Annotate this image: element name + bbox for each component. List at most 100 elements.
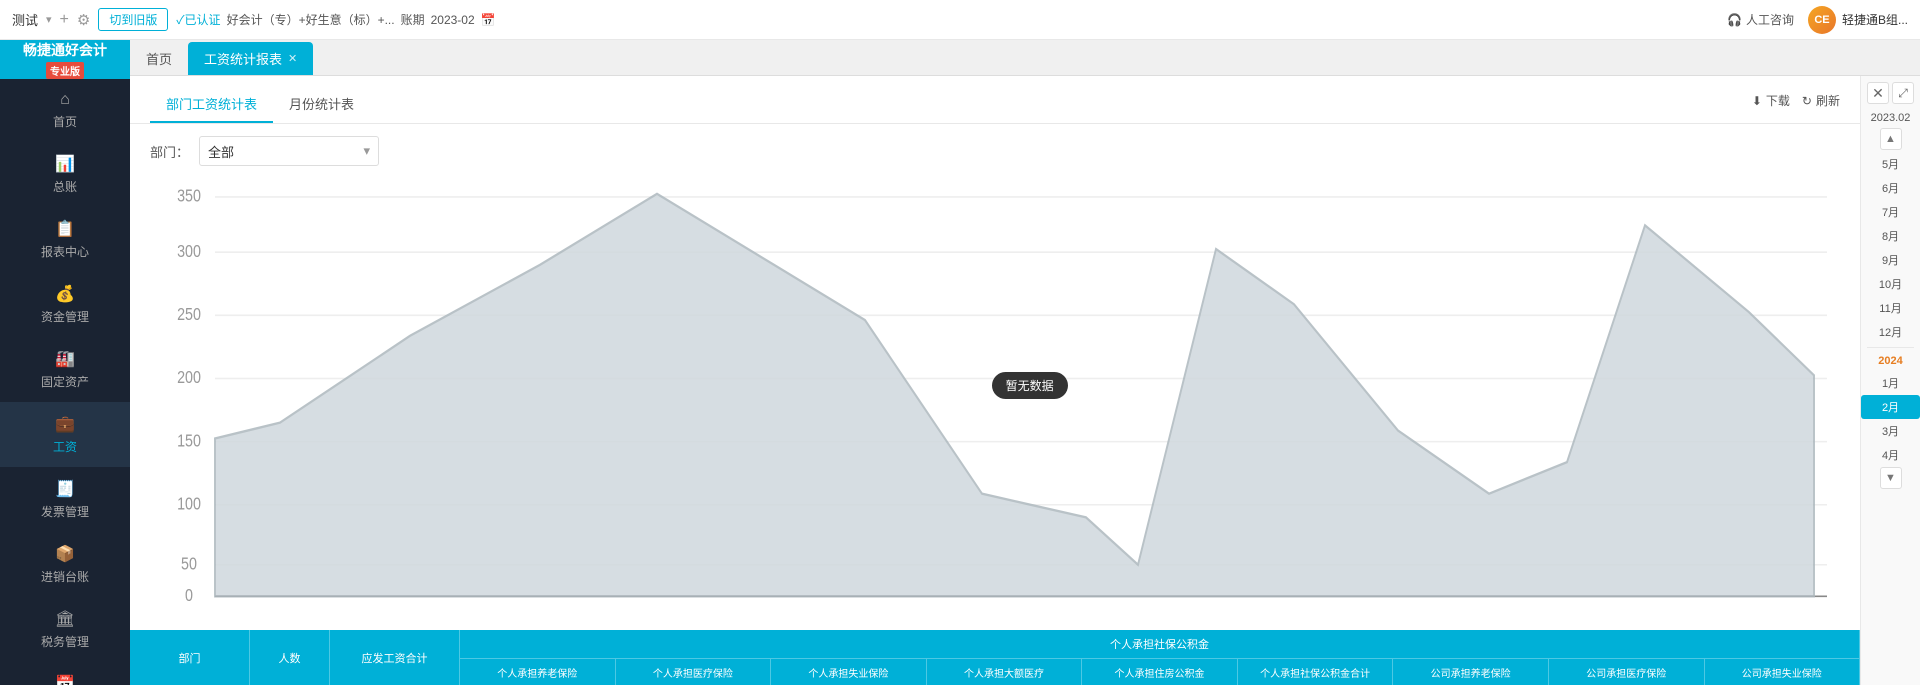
- sub-tabs: 部门工资统计表 月份统计表: [150, 86, 370, 123]
- invoice-icon: 🧾: [55, 479, 75, 499]
- svg-text:0: 0: [185, 587, 193, 606]
- reports-icon: 📋: [55, 219, 75, 239]
- panel-month-feb[interactable]: 2月: [1861, 395, 1920, 419]
- sidebar-label-salary: 工资: [53, 438, 77, 455]
- col-company-unemployment: 公司承担失业保险: [1705, 659, 1860, 685]
- logo-sub: 专业版: [46, 62, 84, 79]
- tab-close-icon[interactable]: ✕: [288, 52, 297, 65]
- download-btn[interactable]: ⬇ 下载: [1752, 92, 1790, 109]
- col-group-personal: 个人承担社保公积金 个人承担养老保险 个人承担医疗保险 个人承担失业保险: [460, 630, 1860, 685]
- col-personal-total: 个人承担社保公积金合计: [1238, 659, 1394, 685]
- sub-tab-bar: 部门工资统计表 月份统计表 ⬇ 下载 ↻: [130, 76, 1860, 124]
- switch-to-old-btn[interactable]: 切到旧版: [98, 8, 168, 31]
- panel-divider: [1867, 347, 1914, 348]
- sidebar-item-sales[interactable]: 📦 进销台账: [0, 532, 130, 597]
- panel-month-oct[interactable]: 10月: [1861, 272, 1920, 296]
- sidebar-item-assets[interactable]: 🏭 固定资产: [0, 337, 130, 402]
- tab-dropdown-icon[interactable]: ▾: [46, 13, 52, 26]
- sidebar-item-close[interactable]: 📅 结账: [0, 662, 130, 685]
- sub-tab-month[interactable]: 月份统计表: [273, 86, 370, 123]
- sidebar-item-salary[interactable]: 💼 工资: [0, 402, 130, 467]
- sidebar-item-home[interactable]: ⌂ 首页: [0, 79, 130, 142]
- sub-tab-dept[interactable]: 部门工资统计表: [150, 86, 273, 123]
- main-layout: 畅捷通好会计 专业版 ⌂ 首页 📊 总账 📋 报表中心 💰 资金管理 🏭 固定资…: [0, 40, 1920, 685]
- logo-main: 畅捷通好会计: [23, 40, 107, 60]
- panel-year-2023: 2023.02: [1871, 112, 1911, 124]
- tab-home[interactable]: 首页: [130, 42, 188, 75]
- page-content: 部门工资统计表 月份统计表 ⬇ 下载 ↻: [130, 76, 1860, 685]
- refresh-btn[interactable]: ↻ 刷新: [1802, 92, 1840, 109]
- group-cols: 个人承担养老保险 个人承担医疗保险 个人承担失业保险 个人承担大额医疗: [460, 659, 1859, 685]
- period-label: 账期: [401, 11, 425, 28]
- panel-month-dec[interactable]: 12月: [1861, 320, 1920, 344]
- panel-month-jul[interactable]: 7月: [1861, 200, 1920, 224]
- sidebar-item-tax[interactable]: 🏛 税务管理: [0, 597, 130, 662]
- calendar-icon[interactable]: 📅: [481, 13, 496, 27]
- refresh-icon: ↻: [1802, 94, 1812, 108]
- chart-tooltip: 暂无数据: [992, 372, 1068, 399]
- svg-text:200: 200: [177, 369, 201, 388]
- panel-month-may[interactable]: 5月: [1861, 152, 1920, 176]
- expand-panel-btn[interactable]: ⤢: [1892, 82, 1914, 104]
- panel-top-btns: ✕ ⤢: [1867, 82, 1914, 108]
- col-total-salary: 应发工资合计: [330, 630, 460, 685]
- col-company-medical: 公司承担医疗保险: [1549, 659, 1705, 685]
- sidebar-item-invoice[interactable]: 🧾 发票管理: [0, 467, 130, 532]
- col-personal-medical: 个人承担医疗保险: [616, 659, 772, 685]
- panel-month-apr[interactable]: 4月: [1861, 443, 1920, 467]
- sidebar-label-tax: 税务管理: [41, 633, 89, 650]
- user-info[interactable]: CE 轻捷通B组...: [1808, 6, 1908, 34]
- service-label: 人工咨询: [1746, 11, 1794, 28]
- filter-bar: 部门： 全部 ▾: [130, 124, 1860, 178]
- sidebar: 畅捷通好会计 专业版 ⌂ 首页 📊 总账 📋 报表中心 💰 资金管理 🏭 固定资…: [0, 40, 130, 685]
- tax-icon: 🏛: [55, 609, 75, 629]
- content-area: 首页 工资统计报表 ✕ 部门工资统计表: [130, 40, 1920, 685]
- tab-bar: 首页 工资统计报表 ✕: [130, 40, 1920, 76]
- filter-label: 部门：: [150, 142, 189, 161]
- col-company-pension: 公司承担养老保险: [1393, 659, 1549, 685]
- period-value: 2023-02: [431, 13, 475, 27]
- funds-icon: 💰: [55, 284, 75, 304]
- col-personal-major-medical: 个人承担大额医疗: [927, 659, 1083, 685]
- chart-area: 350 300 250 200 150 100 50 0: [130, 178, 1860, 630]
- header-tags: ✓已认证 好会计（专）+好生意（标）+... 账期 2023-02 📅: [176, 11, 495, 28]
- headset-icon: 🎧: [1727, 13, 1742, 27]
- sidebar-item-ledger[interactable]: 📊 总账: [0, 142, 130, 207]
- sidebar-label-invoice: 发票管理: [41, 503, 89, 520]
- download-icon: ⬇: [1752, 94, 1762, 108]
- home-icon: ⌂: [60, 91, 70, 109]
- current-tab-label: 测试: [12, 10, 38, 29]
- sidebar-item-funds[interactable]: 💰 资金管理: [0, 272, 130, 337]
- panel-month-jan[interactable]: 1月: [1861, 371, 1920, 395]
- avatar: CE: [1808, 6, 1836, 34]
- group-title: 个人承担社保公积金: [460, 630, 1859, 659]
- tab-salary-report-label: 工资统计报表: [204, 49, 282, 68]
- sidebar-label-assets: 固定资产: [41, 373, 89, 390]
- sidebar-item-reports[interactable]: 📋 报表中心: [0, 207, 130, 272]
- panel-nav-up[interactable]: ▲: [1880, 128, 1902, 150]
- ledger-icon: 📊: [55, 154, 75, 174]
- panel-month-sep[interactable]: 9月: [1861, 248, 1920, 272]
- panel-month-mar[interactable]: 3月: [1861, 419, 1920, 443]
- tab-salary-report[interactable]: 工资统计报表 ✕: [188, 42, 313, 75]
- panel-month-nov[interactable]: 11月: [1861, 296, 1920, 320]
- panel-month-jun[interactable]: 6月: [1861, 176, 1920, 200]
- tab-home-label: 首页: [146, 49, 172, 68]
- service-btn[interactable]: 🎧 人工咨询: [1727, 11, 1794, 28]
- top-header: 测试 ▾ + ⚙ 切到旧版 ✓已认证 好会计（专）+好生意（标）+... 账期 …: [0, 0, 1920, 40]
- header-right: 🎧 人工咨询 CE 轻捷通B组...: [1727, 6, 1908, 34]
- logo: 畅捷通好会计 专业版: [0, 40, 130, 79]
- panel-nav-down[interactable]: ▼: [1880, 467, 1902, 489]
- table-header: 部门 人数 应发工资合计 个人承担社保公积金 个人承担养老保: [130, 630, 1860, 685]
- col-personal-housing: 个人承担住房公积金: [1082, 659, 1238, 685]
- sidebar-label-reports: 报表中心: [41, 243, 89, 260]
- close-panel-btn[interactable]: ✕: [1867, 82, 1889, 104]
- sales-icon: 📦: [55, 544, 75, 564]
- settings-icon[interactable]: ⚙: [77, 11, 90, 29]
- panel-month-aug[interactable]: 8月: [1861, 224, 1920, 248]
- close-period-icon: 📅: [55, 674, 75, 685]
- add-icon[interactable]: +: [60, 11, 69, 29]
- main-inner: 部门工资统计表 月份统计表 ⬇ 下载 ↻: [130, 76, 1860, 685]
- svg-text:250: 250: [177, 306, 201, 325]
- dept-select[interactable]: 全部 ▾: [199, 136, 379, 166]
